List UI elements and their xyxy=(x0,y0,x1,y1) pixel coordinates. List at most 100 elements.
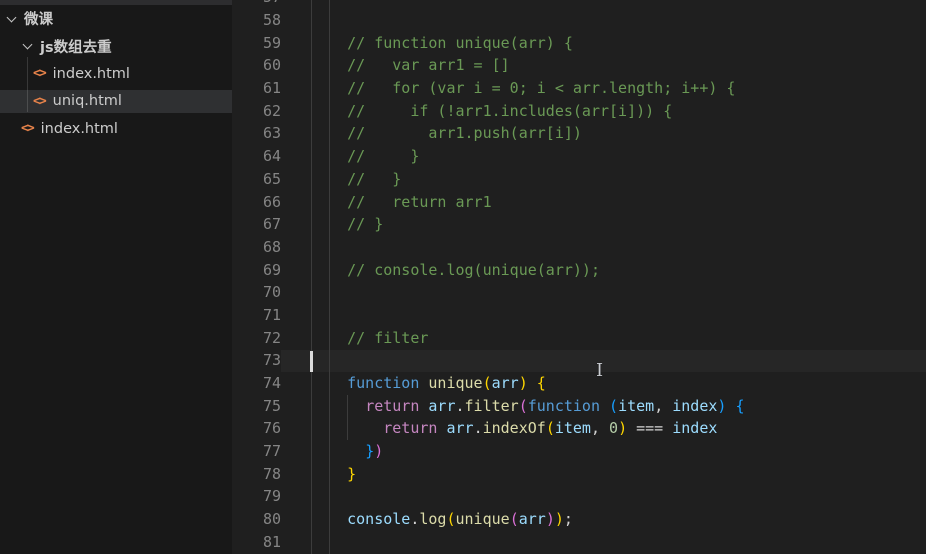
code-token: unique xyxy=(455,510,510,529)
code-token: // return arr1 xyxy=(311,192,492,211)
code-token: ; xyxy=(563,510,573,529)
code-token: { xyxy=(735,396,745,415)
code-token: // function unique(arr) { xyxy=(311,33,573,52)
code-line-57[interactable] xyxy=(311,0,926,9)
indent-guide-col4 xyxy=(347,394,348,441)
indent-guide-col0 xyxy=(311,0,312,554)
chevron-down-icon[interactable] xyxy=(6,12,17,22)
line-number[interactable]: 61 xyxy=(232,77,281,100)
code-token: indexOf xyxy=(482,419,546,438)
code-line-67[interactable]: // } xyxy=(311,213,926,236)
tree-file-4[interactable]: <> index.html xyxy=(0,117,232,140)
line-number[interactable]: 81 xyxy=(232,531,281,554)
code-line-75[interactable]: return arr.filter(function (item, index)… xyxy=(311,395,926,418)
code-line-71[interactable] xyxy=(311,304,926,327)
chevron-down-icon[interactable] xyxy=(22,39,33,50)
line-number[interactable]: 64 xyxy=(232,145,281,168)
tree-file-3[interactable]: <> uniq.html xyxy=(0,89,232,113)
line-number[interactable]: 76 xyxy=(232,417,281,440)
code-line-70[interactable] xyxy=(311,281,926,304)
code-token: ( xyxy=(446,510,456,529)
line-number[interactable]: 73 xyxy=(232,349,281,372)
line-number[interactable]: 66 xyxy=(232,191,281,214)
line-number[interactable]: 57 xyxy=(232,0,281,9)
line-number[interactable]: 59 xyxy=(232,32,281,55)
tree-item-label: js数组去重 xyxy=(40,39,112,56)
line-number-gutter[interactable]: 5758596061626364656667686970717273747576… xyxy=(232,0,281,554)
code-token: function xyxy=(527,396,600,415)
code-line-58[interactable] xyxy=(311,9,926,32)
line-number[interactable]: 71 xyxy=(232,304,281,327)
code-line-68[interactable] xyxy=(311,236,926,259)
code-line-64[interactable]: // } xyxy=(311,145,926,168)
code-token: . xyxy=(473,419,483,438)
code-token: ) xyxy=(618,419,628,438)
code-line-72[interactable]: // filter xyxy=(311,327,926,350)
code-token: log xyxy=(419,510,447,529)
code-line-77[interactable]: }) xyxy=(311,440,926,463)
code-line-79[interactable] xyxy=(311,485,926,508)
code-token: arr xyxy=(518,510,546,529)
code-line-73[interactable] xyxy=(311,349,926,372)
code-editor[interactable]: 5758596061626364656667686970717273747576… xyxy=(232,0,926,554)
line-number[interactable]: 65 xyxy=(232,168,281,191)
code-line-62[interactable]: // if (!arr1.includes(arr[i])) { xyxy=(311,100,926,123)
line-number[interactable]: 77 xyxy=(232,440,281,463)
code-token: return xyxy=(365,396,420,415)
line-number[interactable]: 62 xyxy=(232,100,281,123)
line-number[interactable]: 63 xyxy=(232,122,281,145)
code-line-63[interactable]: // arr1.push(arr[i]) xyxy=(311,122,926,145)
code-token: // } xyxy=(311,215,384,234)
code-token: arr xyxy=(428,396,456,415)
tree-file-2[interactable]: <> index.html xyxy=(0,62,232,85)
line-number[interactable]: 78 xyxy=(232,463,281,486)
code-line-59[interactable]: // function unique(arr) { xyxy=(311,32,926,55)
tree-item-label: 微课 xyxy=(24,12,53,28)
code-line-74[interactable]: function unique(arr) { xyxy=(311,372,926,395)
code-content[interactable]: // function unique(arr) { // var arr1 = … xyxy=(311,0,926,554)
indent-guide-col2 xyxy=(329,0,330,554)
tree-folder-0[interactable]: 微课 xyxy=(0,7,232,30)
code-token: // arr1.push(arr[i]) xyxy=(311,124,582,143)
tree-folder-1[interactable]: js数组去重 xyxy=(0,35,232,58)
code-token: arr xyxy=(491,374,519,392)
code-line-65[interactable]: // } xyxy=(311,168,926,191)
code-line-76[interactable]: return arr.indexOf(item, 0) === index xyxy=(311,417,926,440)
line-number[interactable]: 79 xyxy=(232,485,281,508)
code-token: === xyxy=(636,419,664,438)
code-line-69[interactable]: // console.log(unique(arr)); xyxy=(311,259,926,282)
code-token: ) xyxy=(518,374,528,392)
line-number[interactable]: 60 xyxy=(232,54,281,77)
line-number[interactable]: 72 xyxy=(232,327,281,350)
line-number[interactable]: 67 xyxy=(232,213,281,236)
code-token: filter xyxy=(464,396,519,415)
line-number[interactable]: 80 xyxy=(232,508,281,531)
line-number[interactable]: 68 xyxy=(232,236,281,259)
line-number[interactable]: 74 xyxy=(232,372,281,395)
line-number[interactable]: 75 xyxy=(232,395,281,418)
html-file-icon: <> xyxy=(33,93,47,109)
code-line-80[interactable]: console.log(unique(arr)); xyxy=(311,508,926,531)
explorer-sidebar: 微课 js数组去重 <> index.html <> uniq.html <> index.h… xyxy=(0,0,232,554)
code-line-81[interactable] xyxy=(311,531,926,554)
tree-item-label: uniq.html xyxy=(52,93,122,109)
code-token: ( xyxy=(518,396,528,415)
text-cursor xyxy=(310,350,313,372)
code-line-66[interactable]: // return arr1 xyxy=(311,191,926,214)
line-number[interactable]: 58 xyxy=(232,9,281,32)
code-line-78[interactable]: } xyxy=(311,463,926,486)
code-token: unique xyxy=(428,374,483,392)
code-line-61[interactable]: // for (var i = 0; i < arr.length; i++) … xyxy=(311,77,926,100)
html-file-icon: <> xyxy=(33,66,47,81)
line-number[interactable]: 70 xyxy=(232,281,281,304)
code-line-60[interactable]: // var arr1 = [] xyxy=(311,54,926,77)
line-number[interactable]: 69 xyxy=(232,259,281,282)
code-token: console xyxy=(347,510,411,529)
code-token: // console.log(unique(arr)); xyxy=(311,260,600,279)
code-token: ) xyxy=(374,442,384,461)
